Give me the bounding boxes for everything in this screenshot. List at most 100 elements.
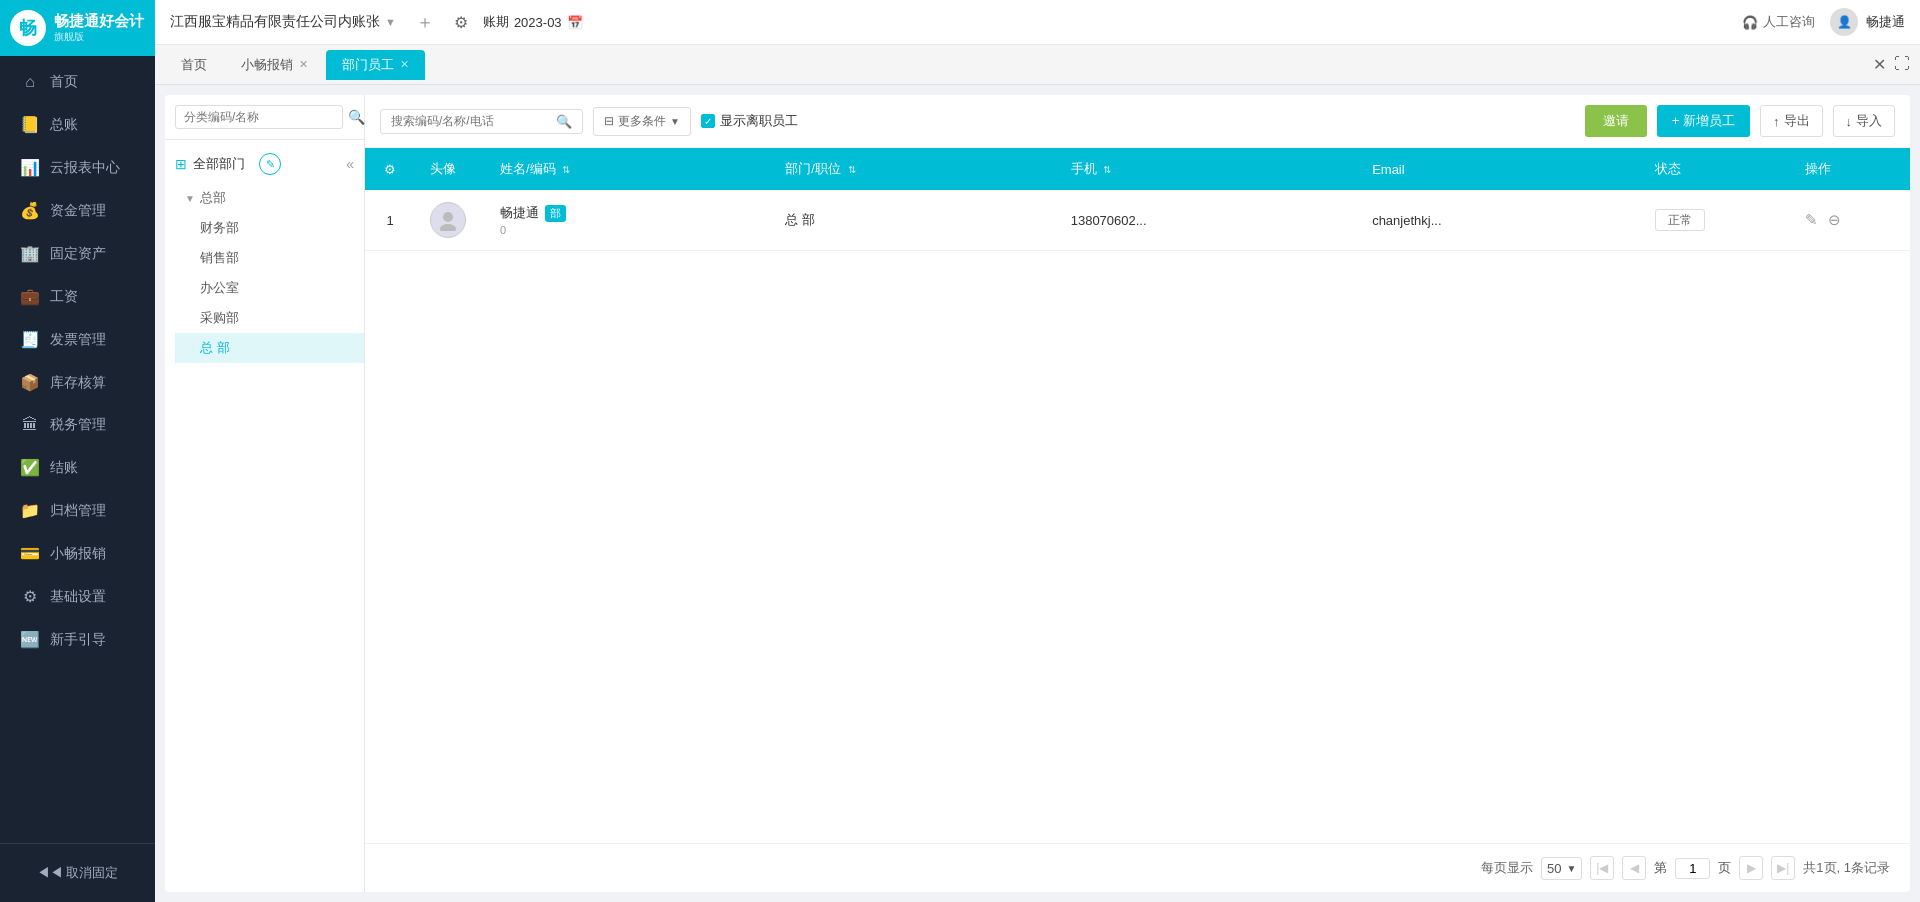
page-next-button[interactable]: ▶ — [1739, 856, 1763, 880]
dept-collapse-icon[interactable]: « — [346, 156, 354, 172]
expense-icon: 💳 — [20, 544, 40, 563]
dept-item-purchase[interactable]: 采购部 — [175, 303, 364, 333]
expand-icon[interactable]: ⛶ — [1894, 55, 1910, 74]
sidebar-item-archive[interactable]: 📁 归档管理 — [0, 489, 155, 532]
invoice-icon: 🧾 — [20, 330, 40, 349]
dept-group-header-root[interactable]: ▼ 总部 — [175, 183, 364, 213]
row-phone: 138070602... — [1056, 190, 1357, 251]
leave-employee-button[interactable]: ⊖ — [1828, 211, 1841, 229]
checkout-icon: ✅ — [20, 458, 40, 477]
filter-button[interactable]: ⊟ 更多条件 ▼ — [593, 107, 691, 136]
tab-department[interactable]: 部门员工 ✕ — [326, 50, 425, 80]
dept-edit-button[interactable]: ✎ — [259, 153, 281, 175]
import-button[interactable]: ↓ 导入 — [1833, 105, 1896, 137]
col-header-name[interactable]: 姓名/编码 ⇅ — [485, 148, 770, 190]
dept-item-office-label: 办公室 — [200, 280, 239, 295]
period-value: 2023-03 — [514, 15, 562, 30]
sidebar-item-guide[interactable]: 🆕 新手引导 — [0, 618, 155, 661]
sidebar-item-expense[interactable]: 💳 小畅报销 — [0, 532, 155, 575]
show-resigned-checkbox[interactable]: ✓ — [701, 114, 715, 128]
sidebar-item-guide-label: 新手引导 — [50, 631, 106, 649]
dept-item-finance-label: 财务部 — [200, 220, 239, 235]
col-header-settings[interactable]: ⚙ — [365, 148, 415, 190]
support-button[interactable]: 🎧 人工咨询 — [1742, 13, 1815, 31]
sidebar-item-expense-label: 小畅报销 — [50, 545, 106, 563]
employee-search-input[interactable] — [391, 114, 551, 128]
sidebar-item-assets[interactable]: 🏢 固定资产 — [0, 232, 155, 275]
sidebar-item-assets-label: 固定资产 — [50, 245, 106, 263]
col-header-dept[interactable]: 部门/职位 ⇅ — [770, 148, 1055, 190]
tab-home[interactable]: 首页 — [165, 50, 223, 80]
sidebar-item-capital-label: 资金管理 — [50, 202, 106, 220]
arrow-down-icon: ▼ — [185, 193, 195, 204]
sort-name-icon: ⇅ — [562, 164, 570, 175]
sidebar-item-inventory[interactable]: 📦 库存核算 — [0, 361, 155, 404]
checkmark-icon: ✓ — [704, 116, 712, 127]
sidebar-item-home[interactable]: ⌂ 首页 — [0, 61, 155, 103]
tab-expense-label: 小畅报销 — [241, 56, 293, 74]
export-button[interactable]: ↑ 导出 — [1760, 105, 1823, 137]
dept-item-finance[interactable]: 财务部 — [175, 213, 364, 243]
search-icon[interactable]: 🔍 — [556, 114, 572, 129]
dept-item-office[interactable]: 办公室 — [175, 273, 364, 303]
invite-label: 邀请 — [1603, 113, 1629, 128]
sidebar-item-reports[interactable]: 📊 云报表中心 — [0, 146, 155, 189]
company-selector[interactable]: 江西服宝精品有限责任公司内账张 ▼ — [170, 13, 396, 31]
main-area: 江西服宝精品有限责任公司内账张 ▼ ＋ ⚙ 账期 2023-03 📅 🎧 人工咨… — [155, 0, 1920, 902]
dept-search-icon[interactable]: 🔍 — [348, 109, 365, 125]
reports-icon: 📊 — [20, 158, 40, 177]
inventory-icon: 📦 — [20, 373, 40, 392]
cancel-pin-button[interactable]: ◀◀ 取消固定 — [0, 854, 155, 892]
per-page-select[interactable]: 50 ▼ — [1541, 857, 1582, 880]
sidebar-item-tax[interactable]: 🏛 税务管理 — [0, 404, 155, 446]
add-employee-button[interactable]: + 新增员工 — [1657, 105, 1750, 137]
dept-item-sales-label: 销售部 — [200, 250, 239, 265]
sidebar-item-capital[interactable]: 💰 资金管理 — [0, 189, 155, 232]
add-account-button[interactable]: ＋ — [411, 10, 439, 34]
dept-all-button[interactable]: ⊞ 全部部门 ✎ « — [165, 145, 364, 183]
dept-item-general[interactable]: 总 部 — [175, 333, 364, 363]
sidebar-item-ledger[interactable]: 📒 总账 — [0, 103, 155, 146]
dept-search-input[interactable] — [175, 105, 343, 129]
dept-tree: ⊞ 全部部门 ✎ « ▼ 总部 财务部 销 — [165, 140, 364, 892]
tab-expense[interactable]: 小畅报销 ✕ — [225, 50, 324, 80]
page-first-button[interactable]: |◀ — [1590, 856, 1614, 880]
sidebar-item-payroll[interactable]: 💼 工资 — [0, 275, 155, 318]
calendar-icon[interactable]: 📅 — [567, 15, 583, 30]
row-email: chanjethkj... — [1357, 190, 1640, 251]
edit-employee-button[interactable]: ✎ — [1805, 211, 1818, 229]
employee-panel: 🔍 ⊟ 更多条件 ▼ ✓ 显示离职员工 — [365, 95, 1910, 892]
per-page-label: 每页显示 — [1481, 859, 1533, 877]
home-icon: ⌂ — [20, 73, 40, 91]
page-last-button[interactable]: ▶| — [1771, 856, 1795, 880]
sidebar-item-invoice[interactable]: 🧾 发票管理 — [0, 318, 155, 361]
page-input[interactable] — [1675, 858, 1710, 879]
import-icon: ↓ — [1846, 114, 1853, 129]
sidebar-item-settings[interactable]: ⚙ 基础设置 — [0, 575, 155, 618]
topbar-settings-icon[interactable]: ⚙ — [454, 13, 468, 32]
export-icon: ↑ — [1773, 114, 1780, 129]
close-panel-icon[interactable]: ✕ — [1873, 55, 1886, 74]
show-resigned-checkbox-label[interactable]: ✓ 显示离职员工 — [701, 112, 798, 130]
sidebar-item-checkout[interactable]: ✅ 结账 — [0, 446, 155, 489]
dept-group-root: ▼ 总部 财务部 销售部 办公室 采购部 — [165, 183, 364, 363]
dept-all-label: 全部部门 — [193, 155, 245, 173]
user-menu[interactable]: 👤 畅捷通 — [1830, 8, 1905, 36]
grid-icon: ⊞ — [175, 156, 187, 172]
tab-expense-close[interactable]: ✕ — [299, 58, 308, 71]
tax-icon: 🏛 — [20, 416, 40, 434]
dept-item-sales[interactable]: 销售部 — [175, 243, 364, 273]
sort-dept-icon: ⇅ — [848, 164, 856, 175]
page-prev-button[interactable]: ◀ — [1622, 856, 1646, 880]
col-header-phone[interactable]: 手机 ⇅ — [1056, 148, 1357, 190]
avatar-icon: 👤 — [1837, 15, 1852, 29]
row-actions: ✎ ⊖ — [1790, 190, 1910, 251]
tabs-right-actions: ✕ ⛶ — [1873, 55, 1910, 74]
sidebar-item-invoice-label: 发票管理 — [50, 331, 106, 349]
row-dept: 总 部 — [770, 190, 1055, 251]
employee-code: 0 — [500, 224, 755, 236]
tab-department-close[interactable]: ✕ — [400, 58, 409, 71]
content-panel: 🔍 ⊞ 全部部门 ✎ « ▼ 总部 财 — [165, 95, 1910, 892]
add-employee-label: + 新增员工 — [1672, 112, 1735, 130]
invite-button[interactable]: 邀请 — [1585, 105, 1647, 137]
